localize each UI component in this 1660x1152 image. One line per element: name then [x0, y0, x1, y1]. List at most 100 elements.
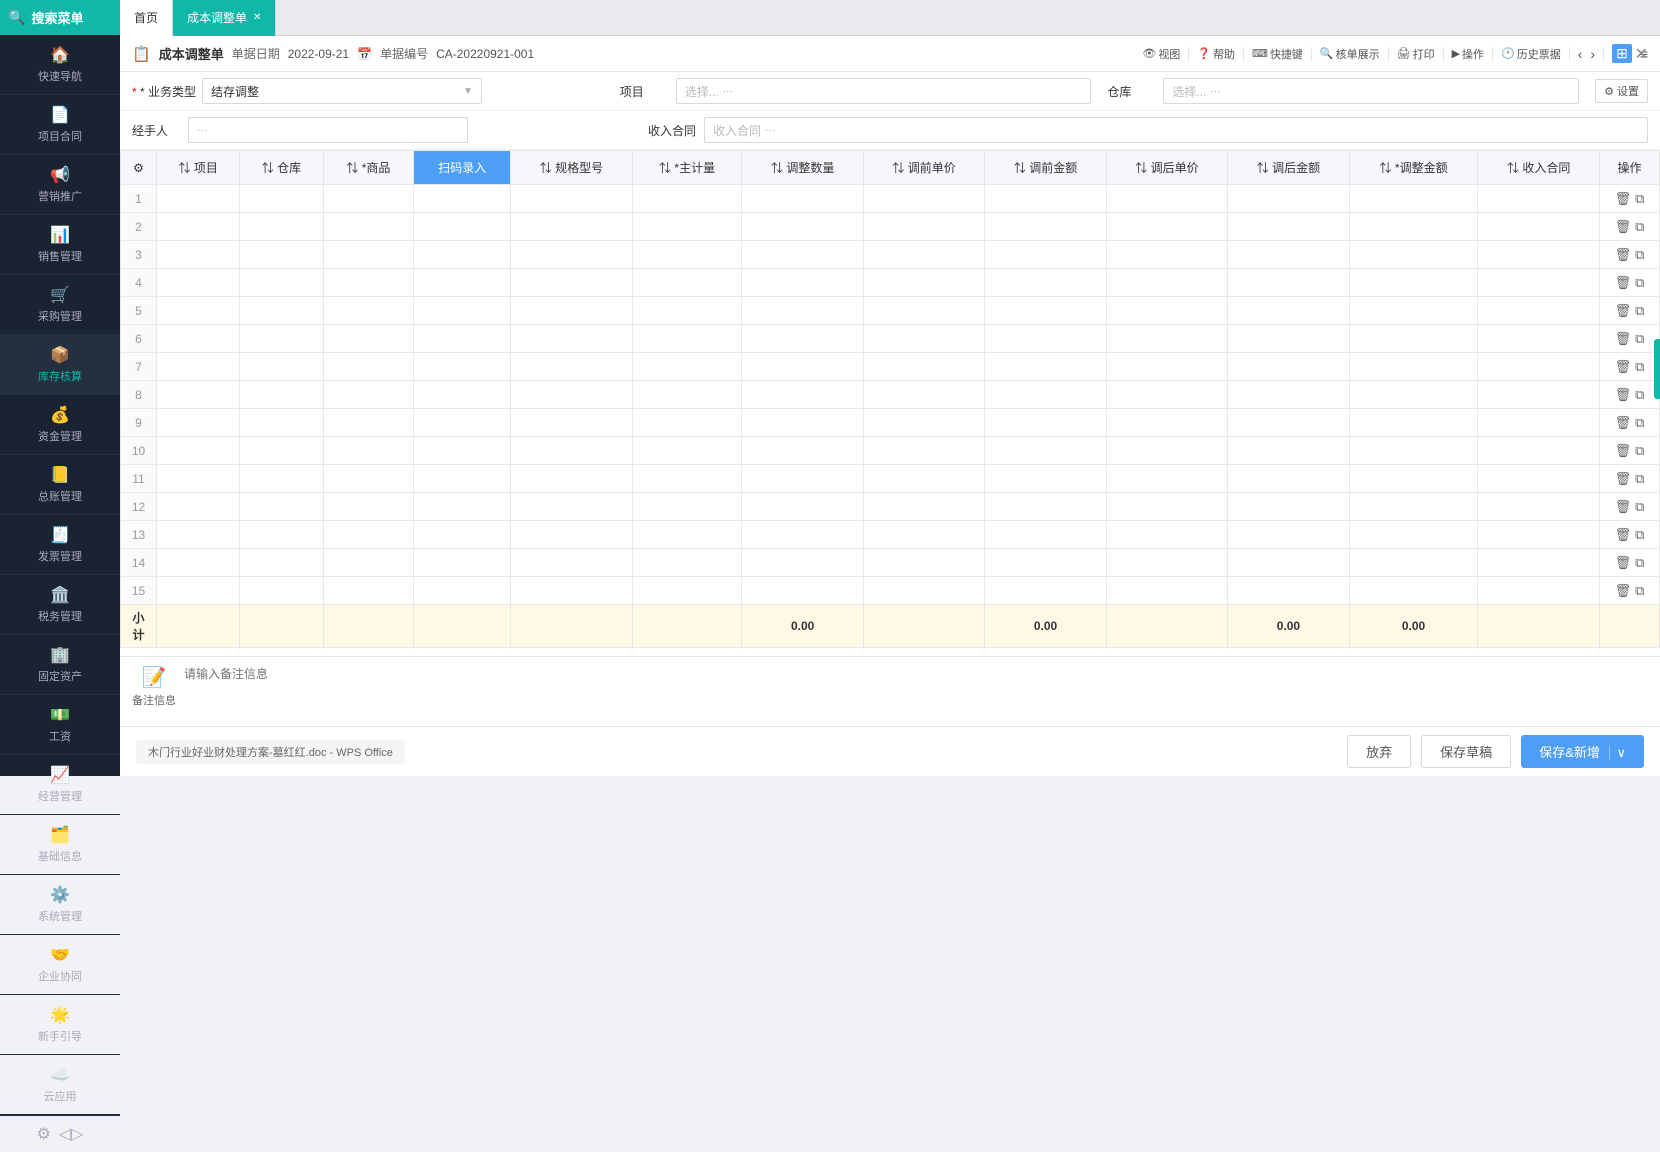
cell-adjust-qty[interactable] — [742, 549, 863, 577]
sidebar-item-sales-promo[interactable]: 📢 营销推广 — [0, 155, 120, 215]
copy-row-icon[interactable]: ⧉ — [1635, 275, 1644, 291]
tab-cost-adjust[interactable]: 成本调整单 ✕ — [173, 0, 276, 36]
cell-after-amount[interactable] — [1228, 493, 1349, 521]
cell-warehouse[interactable] — [240, 297, 323, 325]
cell-warehouse[interactable] — [240, 493, 323, 521]
cell-adjust-amount[interactable] — [1349, 297, 1478, 325]
cell-unit[interactable] — [632, 269, 742, 297]
cell-scan[interactable] — [414, 549, 511, 577]
cell-goods[interactable] — [323, 353, 414, 381]
sidebar-item-fixed-assets[interactable]: 🏢 固定资产 — [0, 635, 120, 695]
cell-adjust-qty[interactable] — [742, 465, 863, 493]
cell-income-contract[interactable] — [1478, 185, 1600, 213]
copy-row-icon[interactable]: ⧉ — [1635, 471, 1644, 487]
notes-icon-button[interactable]: 📝 备注信息 — [132, 665, 176, 708]
cell-after-price[interactable] — [1106, 577, 1227, 605]
th-sort-icon-3[interactable]: ⇅ — [346, 161, 358, 175]
cell-spec[interactable] — [511, 493, 632, 521]
cell-spec[interactable] — [511, 325, 632, 353]
sidebar-item-invoice-mgmt[interactable]: 🧾 发票管理 — [0, 515, 120, 575]
cell-project[interactable] — [157, 325, 240, 353]
cell-before-price[interactable] — [863, 549, 984, 577]
copy-row-icon[interactable]: ⧉ — [1635, 499, 1644, 515]
help-action[interactable]: ❓ 帮助 — [1197, 46, 1235, 62]
cell-income-contract[interactable] — [1478, 241, 1600, 269]
settings-button[interactable]: ⚙ 设置 — [1595, 79, 1648, 103]
cell-after-amount[interactable] — [1228, 185, 1349, 213]
sidebar-item-project-contract[interactable]: 📄 项目合同 — [0, 95, 120, 155]
save-new-button[interactable]: 保存&新增 ∨ — [1521, 735, 1644, 768]
cell-before-price[interactable] — [863, 381, 984, 409]
cell-goods[interactable] — [323, 493, 414, 521]
sidebar-item-enterprise[interactable]: 🤝 企业协同 — [0, 935, 120, 995]
print-action[interactable]: 🖨 打印 — [1397, 46, 1435, 62]
cell-before-amount[interactable] — [985, 465, 1106, 493]
cell-warehouse[interactable] — [240, 549, 323, 577]
nav-next[interactable]: › — [1590, 46, 1595, 62]
settings-bottom-icon[interactable]: ⚙ — [37, 1124, 51, 1144]
cell-project[interactable] — [157, 409, 240, 437]
cell-after-amount[interactable] — [1228, 577, 1349, 605]
sidebar-item-tax-mgmt[interactable]: 🏛️ 税务管理 — [0, 575, 120, 635]
cell-before-amount[interactable] — [985, 213, 1106, 241]
cell-warehouse[interactable] — [240, 325, 323, 353]
th-sort-icon-7[interactable]: ⇅ — [771, 161, 783, 175]
cell-adjust-qty[interactable] — [742, 437, 863, 465]
cell-unit[interactable] — [632, 297, 742, 325]
cell-project[interactable] — [157, 493, 240, 521]
cell-after-amount[interactable] — [1228, 297, 1349, 325]
tab-close-icon[interactable]: ✕ — [253, 12, 261, 23]
cell-after-price[interactable] — [1106, 353, 1227, 381]
cell-adjust-qty[interactable] — [742, 381, 863, 409]
cell-project[interactable] — [157, 269, 240, 297]
cell-before-price[interactable] — [863, 409, 984, 437]
cell-scan[interactable] — [414, 493, 511, 521]
cell-adjust-amount[interactable] — [1349, 437, 1478, 465]
delete-row-icon[interactable]: 🗑 — [1615, 583, 1632, 599]
cell-after-price[interactable] — [1106, 465, 1227, 493]
cell-income-contract[interactable] — [1478, 409, 1600, 437]
cell-after-amount[interactable] — [1228, 241, 1349, 269]
cell-after-amount[interactable] — [1228, 269, 1349, 297]
review-action[interactable]: 🔍 核单展示 — [1320, 46, 1380, 62]
cell-scan[interactable] — [414, 521, 511, 549]
th-sort-icon-13[interactable]: ⇅ — [1507, 161, 1519, 175]
cell-spec[interactable] — [511, 297, 632, 325]
nav-prev[interactable]: ‹ — [1578, 46, 1583, 62]
cell-spec[interactable] — [511, 353, 632, 381]
cell-goods[interactable] — [323, 549, 414, 577]
cell-adjust-amount[interactable] — [1349, 185, 1478, 213]
cell-before-amount[interactable] — [985, 353, 1106, 381]
cell-spec[interactable] — [511, 381, 632, 409]
cell-after-price[interactable] — [1106, 185, 1227, 213]
window-close-button[interactable]: ✕ — [1635, 44, 1648, 64]
cell-project[interactable] — [157, 549, 240, 577]
cell-before-price[interactable] — [863, 437, 984, 465]
th-sort-icon-10[interactable]: ⇅ — [1135, 161, 1147, 175]
cell-after-amount[interactable] — [1228, 213, 1349, 241]
cell-income-contract[interactable] — [1478, 549, 1600, 577]
cell-unit[interactable] — [632, 381, 742, 409]
cell-scan[interactable] — [414, 437, 511, 465]
delete-row-icon[interactable]: 🗑 — [1615, 331, 1632, 347]
cell-goods[interactable] — [323, 381, 414, 409]
cell-scan[interactable] — [414, 269, 511, 297]
th-scan[interactable]: 扫码录入 — [414, 151, 511, 185]
sidebar-item-fund-mgmt[interactable]: 💰 资金管理 — [0, 395, 120, 455]
cell-spec[interactable] — [511, 465, 632, 493]
cell-before-price[interactable] — [863, 241, 984, 269]
cell-scan[interactable] — [414, 465, 511, 493]
cell-unit[interactable] — [632, 493, 742, 521]
cell-goods[interactable] — [323, 409, 414, 437]
cell-project[interactable] — [157, 241, 240, 269]
cell-adjust-qty[interactable] — [742, 409, 863, 437]
cell-warehouse[interactable] — [240, 353, 323, 381]
cell-income-contract[interactable] — [1478, 325, 1600, 353]
cell-adjust-amount[interactable] — [1349, 381, 1478, 409]
sidebar-item-new-guide[interactable]: 🌟 新手引导 — [0, 995, 120, 1055]
handler-input[interactable]: ··· — [188, 117, 468, 143]
warehouse-input[interactable]: 选择... ··· — [1163, 78, 1579, 104]
cell-unit[interactable] — [632, 353, 742, 381]
cell-spec[interactable] — [511, 409, 632, 437]
cell-before-price[interactable] — [863, 213, 984, 241]
